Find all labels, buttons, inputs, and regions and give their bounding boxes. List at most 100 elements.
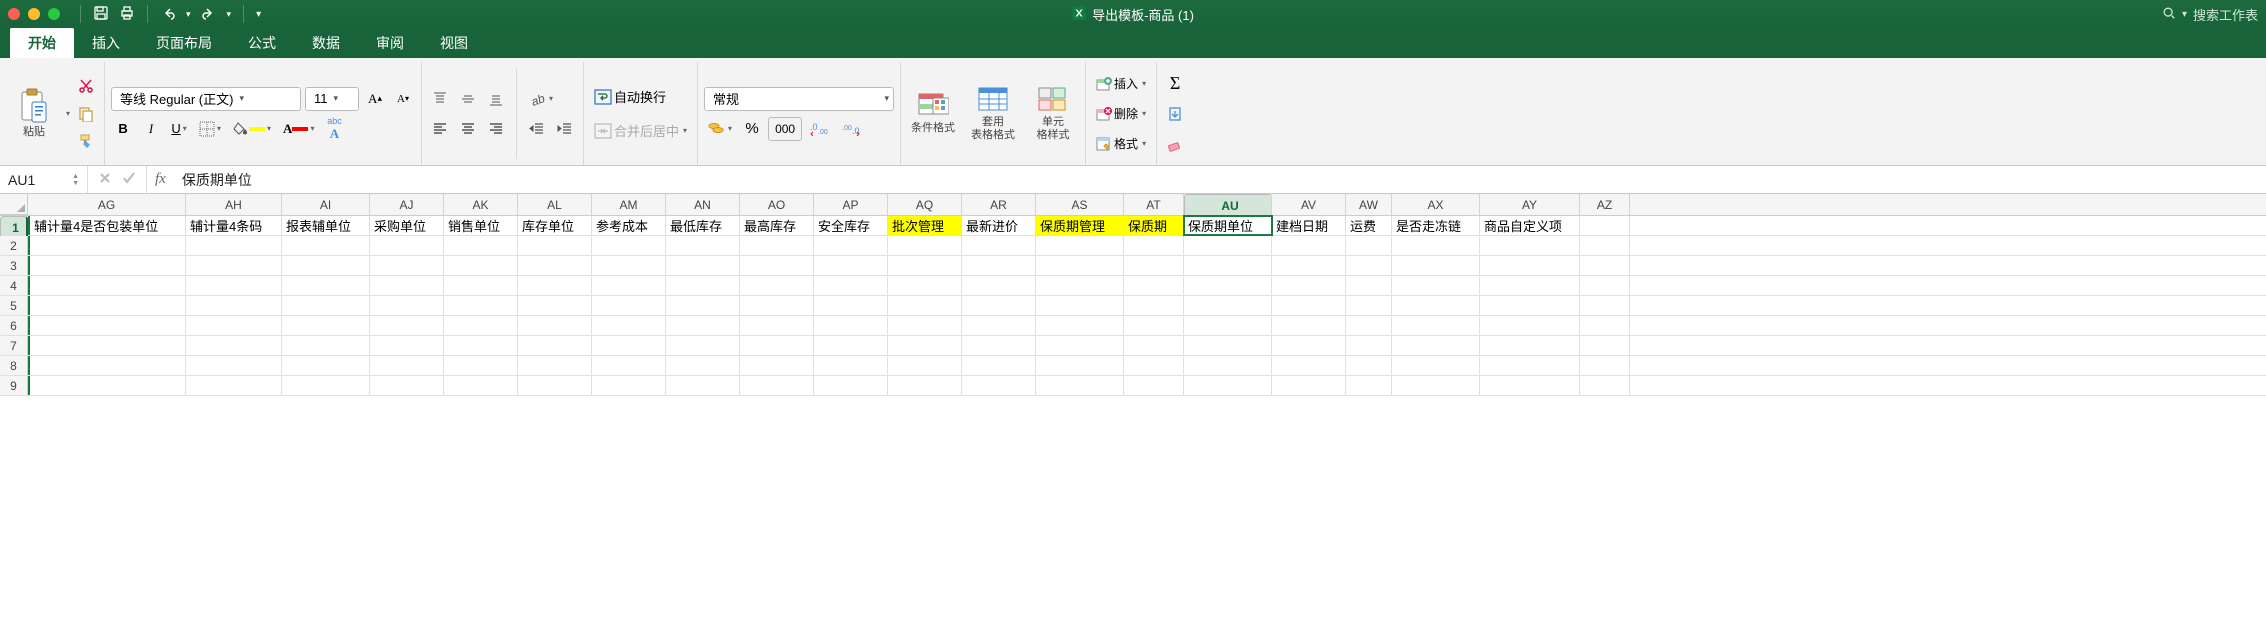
cell-AW6[interactable] xyxy=(1346,316,1392,335)
cell-AG8[interactable] xyxy=(28,356,186,375)
cell-AQ5[interactable] xyxy=(888,296,962,315)
cell-styles-button[interactable]: 单元 格样式 xyxy=(1027,84,1079,143)
cell-AS4[interactable] xyxy=(1036,276,1124,295)
cell-AX2[interactable] xyxy=(1392,236,1480,255)
close-window-button[interactable] xyxy=(8,8,20,20)
column-header-AQ[interactable]: AQ xyxy=(888,194,962,215)
orientation-button[interactable]: ab▾ xyxy=(525,87,557,111)
cell-AQ2[interactable] xyxy=(888,236,962,255)
cell-AU3[interactable] xyxy=(1184,256,1272,275)
decrease-decimal-button[interactable]: .00.0 xyxy=(838,117,866,141)
cell-AU9[interactable] xyxy=(1184,376,1272,395)
cell-AH5[interactable] xyxy=(186,296,282,315)
cell-AL8[interactable] xyxy=(518,356,592,375)
increase-indent-button[interactable] xyxy=(553,117,577,141)
cell-AL9[interactable] xyxy=(518,376,592,395)
cell-AR4[interactable] xyxy=(962,276,1036,295)
redo-caret-icon[interactable]: ▾ xyxy=(227,9,232,20)
cell-AQ6[interactable] xyxy=(888,316,962,335)
cell-AY8[interactable] xyxy=(1480,356,1580,375)
tab-home[interactable]: 开始 xyxy=(10,27,74,58)
cell-AW9[interactable] xyxy=(1346,376,1392,395)
column-header-AM[interactable]: AM xyxy=(592,194,666,215)
cell-AK8[interactable] xyxy=(444,356,518,375)
cell-AO4[interactable] xyxy=(740,276,814,295)
cell-AS6[interactable] xyxy=(1036,316,1124,335)
cell-AH1[interactable]: 辅计量4条码 xyxy=(186,216,282,235)
cell-AP3[interactable] xyxy=(814,256,888,275)
underline-button[interactable]: U▾ xyxy=(167,117,191,141)
format-painter-button[interactable] xyxy=(74,130,98,154)
cell-AW5[interactable] xyxy=(1346,296,1392,315)
cell-AG5[interactable] xyxy=(28,296,186,315)
cell-AN1[interactable]: 最低库存 xyxy=(666,216,740,235)
cell-AN3[interactable] xyxy=(666,256,740,275)
cell-AV1[interactable]: 建档日期 xyxy=(1272,216,1346,235)
cell-AM7[interactable] xyxy=(592,336,666,355)
cell-AQ1[interactable]: 批次管理 xyxy=(888,216,962,235)
column-header-AH[interactable]: AH xyxy=(186,194,282,215)
column-header-AN[interactable]: AN xyxy=(666,194,740,215)
cell-AN8[interactable] xyxy=(666,356,740,375)
cell-AS2[interactable] xyxy=(1036,236,1124,255)
cell-AG6[interactable] xyxy=(28,316,186,335)
cell-AL7[interactable] xyxy=(518,336,592,355)
percent-button[interactable]: % xyxy=(740,117,764,141)
cell-AI1[interactable]: 报表辅单位 xyxy=(282,216,370,235)
cell-AR8[interactable] xyxy=(962,356,1036,375)
qat-customize-icon[interactable]: ▾ xyxy=(256,9,261,20)
font-color-button[interactable]: A▾ xyxy=(279,117,318,141)
cell-AT6[interactable] xyxy=(1124,316,1184,335)
cell-AH3[interactable] xyxy=(186,256,282,275)
cell-AJ4[interactable] xyxy=(370,276,444,295)
cell-AN2[interactable] xyxy=(666,236,740,255)
cell-AZ6[interactable] xyxy=(1580,316,1630,335)
cell-AM1[interactable]: 参考成本 xyxy=(592,216,666,235)
paste-button[interactable]: 粘贴 xyxy=(8,86,60,141)
cell-AO6[interactable] xyxy=(740,316,814,335)
currency-button[interactable]: ▾ xyxy=(704,117,736,141)
merge-center-button[interactable]: 合并后居中 ▾ xyxy=(590,119,691,143)
cell-AI3[interactable] xyxy=(282,256,370,275)
cell-AK5[interactable] xyxy=(444,296,518,315)
undo-icon[interactable] xyxy=(160,5,176,24)
cell-AG7[interactable] xyxy=(28,336,186,355)
phonetic-button[interactable]: abcA xyxy=(322,117,346,141)
cell-AJ9[interactable] xyxy=(370,376,444,395)
align-middle-button[interactable] xyxy=(456,87,480,111)
tab-data[interactable]: 数据 xyxy=(294,27,358,58)
delete-cells-button[interactable]: 删除▾ xyxy=(1092,102,1150,126)
align-center-button[interactable] xyxy=(456,117,480,141)
cell-AY2[interactable] xyxy=(1480,236,1580,255)
cell-AT3[interactable] xyxy=(1124,256,1184,275)
increase-font-button[interactable]: A▴ xyxy=(363,87,387,111)
format-as-table-button[interactable]: 套用 表格格式 xyxy=(967,84,1019,143)
cell-AU1[interactable]: 保质期单位 xyxy=(1184,216,1272,235)
row-header-4[interactable]: 4 xyxy=(0,276,28,295)
cell-AX7[interactable] xyxy=(1392,336,1480,355)
column-header-AI[interactable]: AI xyxy=(282,194,370,215)
conditional-format-button[interactable]: 条件格式 xyxy=(907,90,959,137)
cell-AS8[interactable] xyxy=(1036,356,1124,375)
column-header-AU[interactable]: AU xyxy=(1184,194,1272,218)
cell-AM3[interactable] xyxy=(592,256,666,275)
cell-AK3[interactable] xyxy=(444,256,518,275)
row-header-2[interactable]: 2 xyxy=(0,236,28,255)
cell-AO3[interactable] xyxy=(740,256,814,275)
cell-AM5[interactable] xyxy=(592,296,666,315)
wrap-text-button[interactable]: 自动换行 xyxy=(590,85,691,109)
cell-AP6[interactable] xyxy=(814,316,888,335)
tab-page-layout[interactable]: 页面布局 xyxy=(138,27,230,58)
cell-AZ4[interactable] xyxy=(1580,276,1630,295)
cell-AI6[interactable] xyxy=(282,316,370,335)
cell-AQ8[interactable] xyxy=(888,356,962,375)
align-top-button[interactable] xyxy=(428,87,452,111)
cell-AH6[interactable] xyxy=(186,316,282,335)
format-cells-button[interactable]: 格式▾ xyxy=(1092,132,1150,156)
tab-insert[interactable]: 插入 xyxy=(74,27,138,58)
cell-AX3[interactable] xyxy=(1392,256,1480,275)
cell-AG1[interactable]: 辅计量4是否包装单位 xyxy=(28,216,186,235)
cell-AG4[interactable] xyxy=(28,276,186,295)
cell-AQ9[interactable] xyxy=(888,376,962,395)
cell-AJ5[interactable] xyxy=(370,296,444,315)
